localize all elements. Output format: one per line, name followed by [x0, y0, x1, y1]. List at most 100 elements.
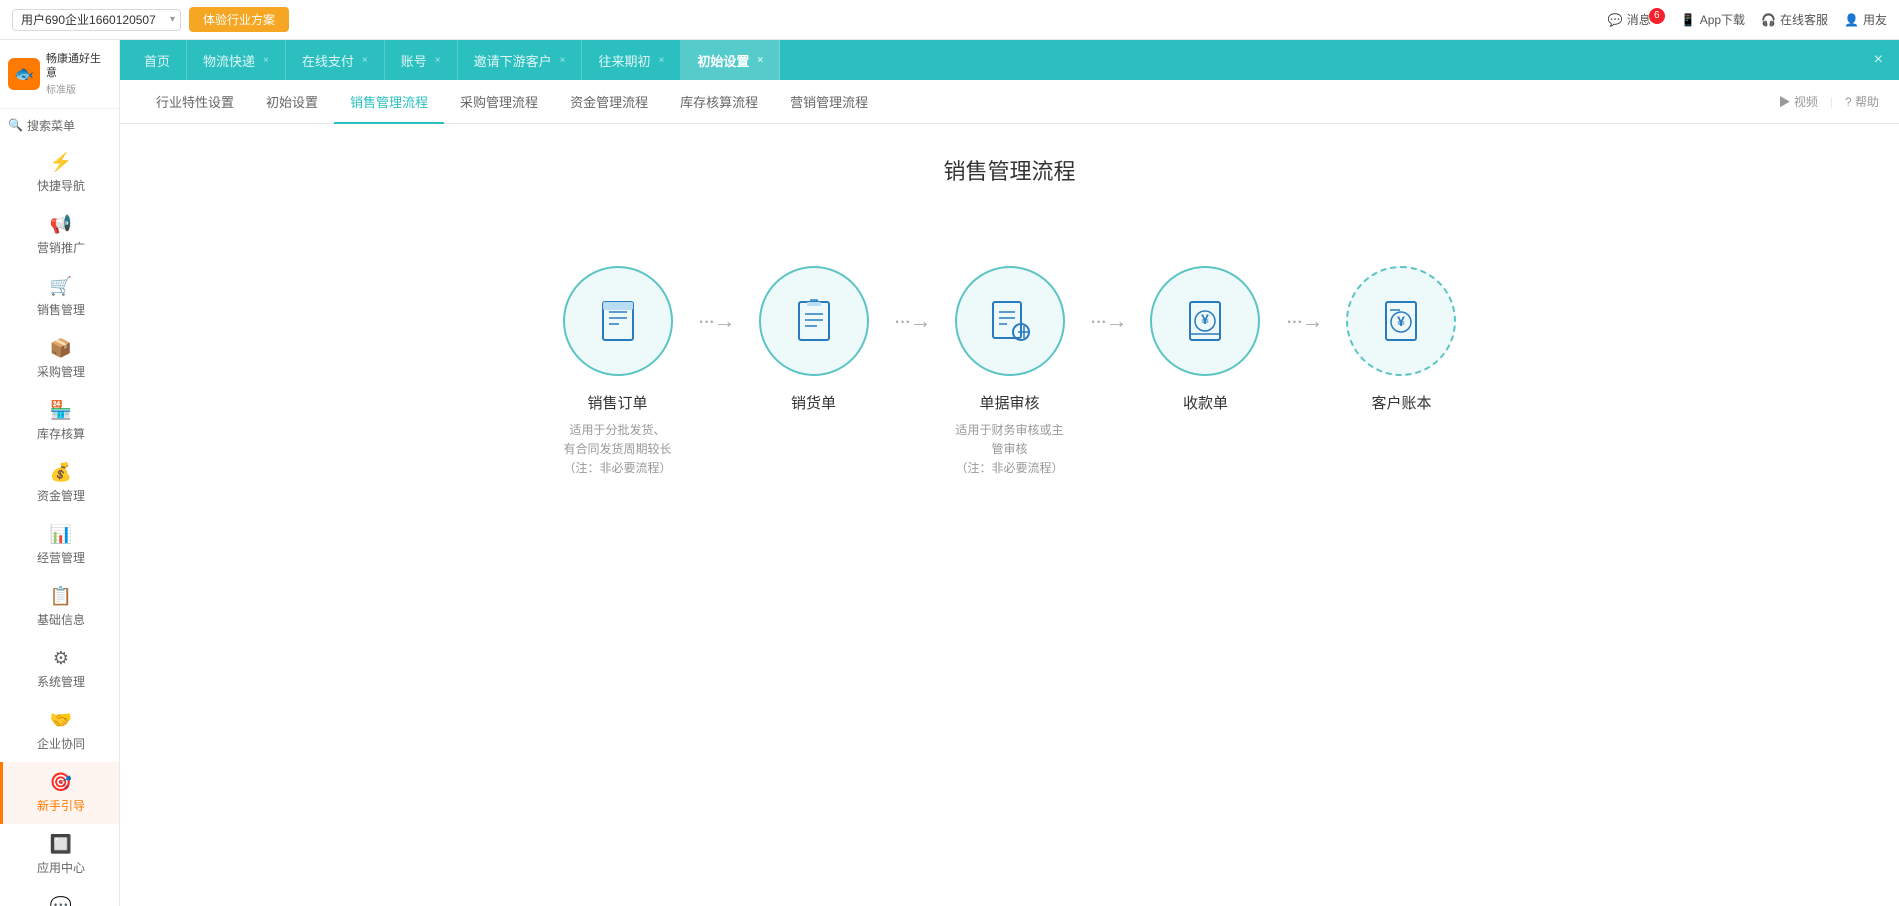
app-label: App下载 — [1700, 11, 1745, 28]
sub-tab-marketing-flow[interactable]: 营销管理流程 — [774, 80, 884, 124]
wechat-icon: 💬 — [50, 896, 72, 906]
sub-tab-sales-flow[interactable]: 销售管理流程 — [334, 80, 444, 124]
sub-tab-capital-flow[interactable]: 资金管理流程 — [554, 80, 664, 124]
sidebar-item-finance[interactable]: 💰 资金管理 — [0, 452, 119, 514]
sub-tab-sales-flow-label: 销售管理流程 — [350, 92, 428, 111]
sidebar-item-purchase[interactable]: 📦 采购管理 — [0, 328, 119, 390]
purchase-icon: 📦 — [50, 338, 72, 359]
sales-bill-icon — [789, 296, 839, 346]
sub-tab-init[interactable]: 初始设置 — [250, 80, 334, 124]
tab-logistics[interactable]: 物流快递 × — [187, 40, 286, 80]
top-bar: 用户690企业1660120507 体验行业方案 💬 消息 6 📱 App下载 … — [0, 0, 1899, 40]
sidebar-item-marketing[interactable]: 📢 营销推广 — [0, 204, 119, 266]
sub-tab-inventory-flow[interactable]: 库存核算流程 — [664, 80, 774, 124]
doc-review-icon — [985, 296, 1035, 346]
tab-home[interactable]: 首页 — [128, 40, 187, 80]
operation-icon: 📊 — [50, 524, 72, 545]
app-download-item[interactable]: 📱 App下载 — [1681, 11, 1745, 28]
flow-step-receipt[interactable]: ¥ 收款单 — [1125, 266, 1285, 421]
tab-account[interactable]: 账号 × — [385, 40, 458, 80]
flow-circle-customer-account: ¥ — [1346, 266, 1456, 376]
flow-arrow-2: ···→ — [894, 266, 930, 394]
sub-tab-capital-flow-label: 资金管理流程 — [570, 92, 648, 111]
sub-tab-init-label: 初始设置 — [266, 92, 318, 111]
enterprise-label: 企业协同 — [37, 735, 85, 752]
flow-step-sales-bill[interactable]: 销货单 — [734, 266, 894, 421]
sub-tab-purchase-flow-label: 采购管理流程 — [460, 92, 538, 111]
tab-account-close[interactable]: × — [435, 55, 441, 66]
tab-init-close[interactable]: × — [757, 55, 763, 66]
logo-sub: 标准版 — [46, 81, 111, 96]
user-avatar-item[interactable]: 👤 用友 — [1844, 11, 1887, 28]
tab-payment-label: 在线支付 — [302, 51, 354, 70]
user-selector[interactable]: 用户690企业1660120507 — [12, 9, 181, 31]
tab-init-label: 初始设置 — [697, 51, 749, 70]
sub-tab-industry[interactable]: 行业特性设置 — [140, 80, 250, 124]
sub-tab-purchase-flow[interactable]: 采购管理流程 — [444, 80, 554, 124]
video-label: 视频 — [1794, 95, 1818, 109]
tab-period[interactable]: 往来期初 × — [582, 40, 681, 80]
svg-text:¥: ¥ — [1398, 313, 1406, 329]
quick-nav-label: 快捷导航 — [37, 177, 85, 194]
sub-tabs-right: ▶ 视频 | ? 帮助 — [1778, 93, 1879, 110]
sidebar-item-inventory[interactable]: 🏪 库存核算 — [0, 390, 119, 452]
svg-text:¥: ¥ — [1202, 311, 1210, 327]
sub-tabs-bar: 行业特性设置 初始设置 销售管理流程 采购管理流程 资金管理流程 库存核算流程 … — [120, 80, 1899, 124]
inventory-label: 库存核算 — [37, 425, 85, 442]
system-icon: ⚙ — [53, 648, 69, 669]
tab-period-close[interactable]: × — [658, 55, 664, 66]
sales-icon: 🛒 — [50, 276, 72, 297]
inventory-icon: 🏪 — [50, 400, 72, 421]
tab-invite-close[interactable]: × — [560, 55, 566, 66]
user-select-input[interactable]: 用户690企业1660120507 — [12, 9, 181, 31]
sidebar-item-basic[interactable]: 📋 基础信息 — [0, 576, 119, 638]
top-bar-left: 用户690企业1660120507 体验行业方案 — [12, 7, 289, 32]
industry-btn[interactable]: 体验行业方案 — [189, 7, 289, 32]
logo-icon: 🐟 — [8, 58, 40, 90]
sales-label: 销售管理 — [37, 301, 85, 318]
marketing-label: 营销推广 — [37, 239, 85, 256]
sub-tab-industry-label: 行业特性设置 — [156, 92, 234, 111]
video-icon: ▶ — [1778, 95, 1790, 109]
user-name: 用友 — [1863, 11, 1887, 28]
step-desc-doc-review: 适用于财务审核或主管审核（注：非必要流程） — [955, 421, 1063, 479]
sidebar-item-enterprise[interactable]: 🤝 企业协同 — [0, 700, 119, 762]
search-menu[interactable]: 🔍 搜索菜单 — [0, 109, 119, 142]
flow-step-doc-review[interactable]: 单据审核 适用于财务审核或主管审核（注：非必要流程） — [930, 266, 1090, 479]
app-icon: 📱 — [1681, 13, 1696, 27]
flow-circle-doc-review — [955, 266, 1065, 376]
flow-step-sales-order[interactable]: 销售订单 适用于分批发货、有合同发货周期较长（注：非必要流程） — [538, 266, 698, 479]
help-icon: ? — [1845, 95, 1852, 109]
nav-global-close[interactable]: × — [1866, 51, 1891, 69]
sidebar-item-guide[interactable]: 🎯 新手引导 — [0, 762, 119, 824]
sidebar-item-operation[interactable]: 📊 经营管理 — [0, 514, 119, 576]
search-label: 搜索菜单 — [27, 117, 75, 134]
sidebar-item-sales[interactable]: 🛒 销售管理 — [0, 266, 119, 328]
sidebar-item-quick-nav[interactable]: ⚡ 快捷导航 — [0, 142, 119, 204]
tab-init[interactable]: 初始设置 × — [681, 40, 780, 80]
tab-invite[interactable]: 邀请下游客户 × — [458, 40, 583, 80]
online-service-item[interactable]: 🎧 在线客服 — [1761, 11, 1828, 28]
app-center-label: 应用中心 — [37, 859, 85, 876]
help-link[interactable]: ? 帮助 — [1845, 93, 1879, 110]
sidebar-item-wechat[interactable]: 💬 企业微信 — [0, 886, 119, 906]
top-bar-right: 💬 消息 6 📱 App下载 🎧 在线客服 👤 用友 — [1608, 11, 1887, 28]
video-link[interactable]: ▶ 视频 — [1778, 93, 1817, 110]
flow-diagram: 销售订单 适用于分批发货、有合同发货周期较长（注：非必要流程） ···→ — [160, 246, 1859, 499]
flow-arrow-4: ···→ — [1285, 266, 1321, 394]
message-item[interactable]: 💬 消息 6 — [1608, 11, 1665, 28]
main-layout: 🐟 畅康通好生意 标准版 🔍 搜索菜单 ⚡ 快捷导航 📢 营销推广 🛒 销售管理… — [0, 40, 1899, 906]
nav-tabs: 首页 物流快递 × 在线支付 × 账号 × 邀请下游客户 × 往来期初 × — [120, 40, 1899, 80]
message-label: 消息 — [1627, 11, 1651, 28]
sidebar-item-app-center[interactable]: 🔲 应用中心 — [0, 824, 119, 886]
step-desc-sales-order: 适用于分批发货、有合同发货周期较长（注：非必要流程） — [564, 421, 672, 479]
logo-text-wrap: 畅康通好生意 标准版 — [46, 52, 111, 96]
sidebar-item-system[interactable]: ⚙ 系统管理 — [0, 638, 119, 700]
page-title: 销售管理流程 — [160, 154, 1859, 186]
avatar-icon: 👤 — [1844, 13, 1859, 27]
flow-step-customer-account[interactable]: ¥ 客户账本 — [1321, 266, 1481, 421]
guide-label: 新手引导 — [37, 797, 85, 814]
tab-payment[interactable]: 在线支付 × — [286, 40, 385, 80]
tab-logistics-close[interactable]: × — [263, 55, 269, 66]
tab-payment-close[interactable]: × — [362, 55, 368, 66]
